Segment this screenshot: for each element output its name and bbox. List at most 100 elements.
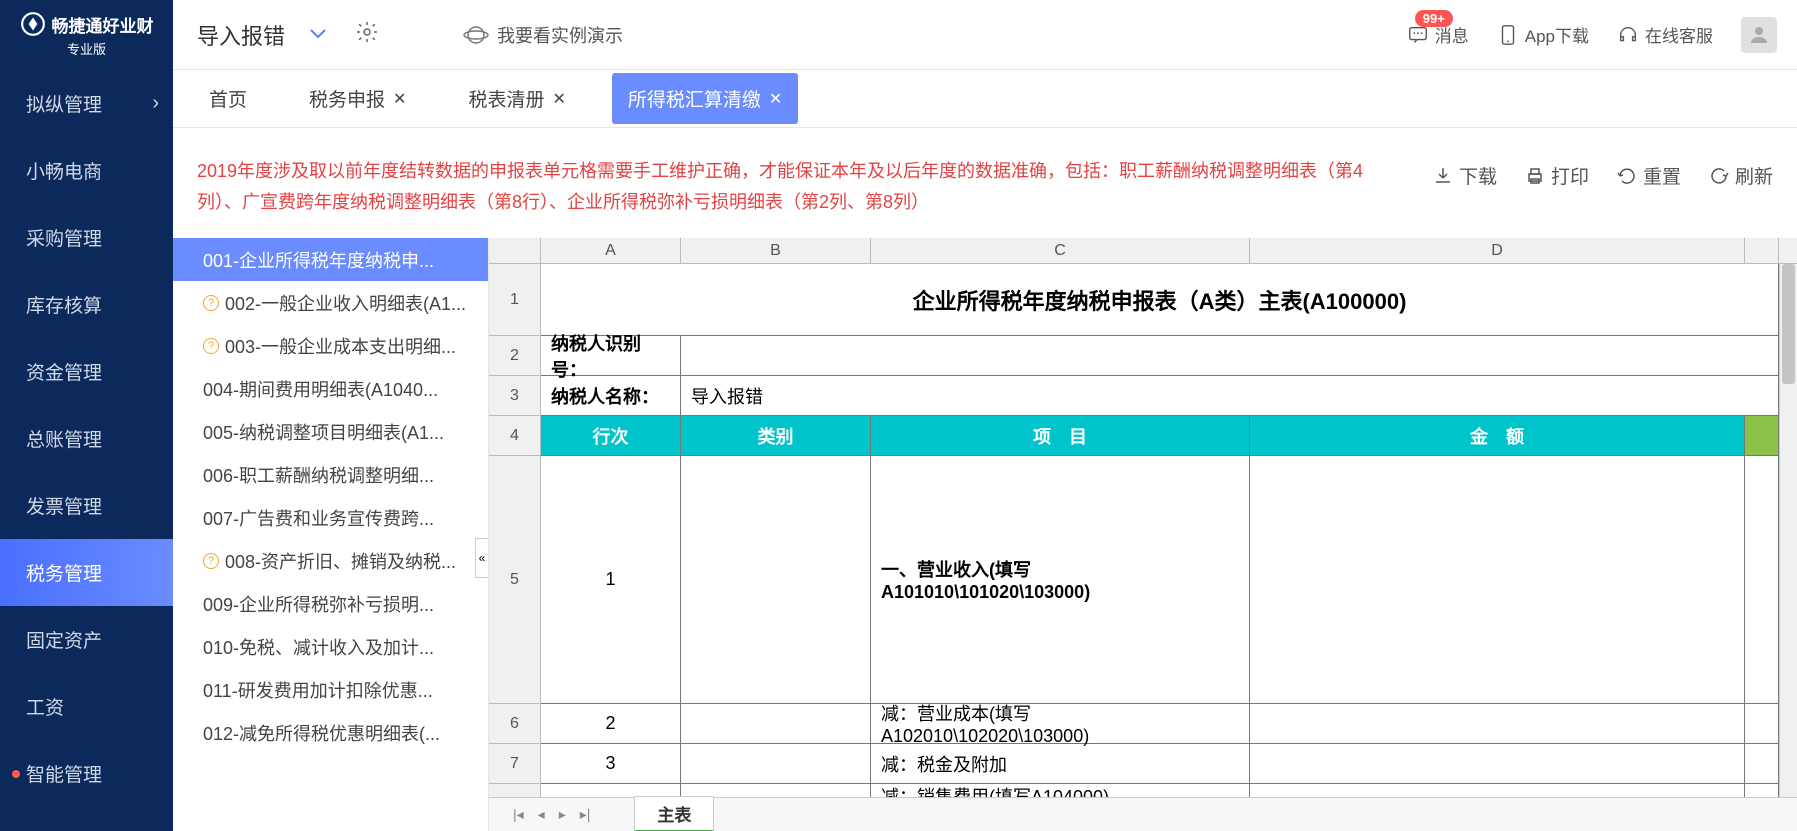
nav-item-10[interactable]: 智能管理 (0, 740, 173, 807)
user-avatar[interactable] (1741, 17, 1777, 53)
sheet-corner[interactable] (489, 238, 541, 263)
cell[interactable] (1250, 456, 1745, 704)
support-button[interactable]: 在线客服 (1617, 22, 1713, 47)
nav-item-3[interactable]: 库存核算 (0, 271, 173, 338)
tab-1[interactable]: 税务申报✕ (293, 73, 422, 124)
col-header-B[interactable]: B (681, 238, 871, 263)
row-header-[interactable] (489, 784, 541, 797)
cell[interactable] (681, 336, 1779, 376)
download-button[interactable]: 下载 (1433, 162, 1497, 189)
cell[interactable]: 减：销售费用(填写A104000) (871, 784, 1250, 797)
col-header-D[interactable]: D (1250, 238, 1745, 263)
nav-next[interactable]: ▸ (555, 806, 570, 823)
vertical-scrollbar[interactable] (1779, 264, 1797, 797)
form-item-4[interactable]: 005-纳税调整项目明细表(A1... (173, 410, 488, 453)
cell[interactable]: 行次 (541, 416, 681, 456)
cell[interactable] (1745, 704, 1779, 744)
row-header-4[interactable]: 4 (489, 416, 541, 456)
nav-item-1[interactable]: 小畅电商 (0, 137, 173, 204)
nav-item-5[interactable]: 总账管理 (0, 405, 173, 472)
nav-item-4[interactable]: 资金管理 (0, 338, 173, 405)
cell[interactable]: 纳税人识别号： (541, 336, 681, 376)
cell[interactable] (1250, 744, 1745, 784)
messages-button[interactable]: 99+ 消息 (1407, 22, 1469, 47)
row-header-3[interactable]: 3 (489, 376, 541, 416)
cell[interactable] (1745, 784, 1779, 797)
cell[interactable] (681, 704, 871, 744)
nav-first[interactable]: |◂ (509, 806, 528, 823)
nav-prev[interactable]: ◂ (534, 806, 549, 823)
form-item-5[interactable]: 006-职工薪酬纳税调整明细... (173, 453, 488, 496)
cell[interactable]: 导入报错 (681, 376, 1779, 416)
cell[interactable]: 减：营业成本(填写A102010\102020\103000) (871, 704, 1250, 744)
print-button[interactable]: 打印 (1525, 162, 1589, 189)
collapse-handle[interactable]: « (475, 538, 489, 578)
brand-edition: 专业版 (67, 39, 106, 58)
form-item-11[interactable]: 012-减免所得税优惠明细表(... (173, 711, 488, 754)
col-header-C[interactable]: C (871, 238, 1250, 263)
reset-button[interactable]: 重置 (1617, 162, 1681, 189)
form-item-10[interactable]: 011-研发费用加计扣除优惠... (173, 668, 488, 711)
form-item-1[interactable]: ?002-一般企业收入明细表(A1... (173, 281, 488, 324)
nav-item-8[interactable]: 固定资产 (0, 606, 173, 673)
cell[interactable]: 企业所得税年度纳税申报表（A类）主表(A100000) (541, 264, 1779, 336)
cell[interactable]: 一、营业收入(填写A101010\101020\103000) (871, 456, 1250, 704)
form-item-6[interactable]: 007-广告费和业务宣传费跨... (173, 496, 488, 539)
demo-link[interactable]: 我要看实例演示 (463, 22, 623, 48)
nav-item-7[interactable]: 税务管理 (0, 539, 173, 606)
cell[interactable]: 纳税人名称： (541, 376, 681, 416)
nav-item-0[interactable]: 拟纵管理 (0, 70, 173, 137)
title-dropdown[interactable] (301, 20, 335, 49)
row-header-6[interactable]: 6 (489, 704, 541, 744)
tab-2[interactable]: 税表清册✕ (452, 73, 581, 124)
cell[interactable] (1250, 704, 1745, 744)
cell[interactable] (681, 456, 871, 704)
cell[interactable]: 1 (541, 456, 681, 704)
tab-0[interactable]: 首页 (193, 73, 263, 124)
cell[interactable] (1745, 744, 1779, 784)
tab-close-3[interactable]: ✕ (769, 89, 782, 109)
headset-icon (1617, 24, 1639, 46)
row-header-5[interactable]: 5 (489, 456, 541, 704)
settings-button[interactable] (351, 16, 383, 53)
warn-icon: ? (203, 338, 219, 354)
cell[interactable] (1250, 784, 1745, 797)
form-item-2[interactable]: ?003-一般企业成本支出明细... (173, 324, 488, 367)
reset-icon (1617, 166, 1637, 186)
row-header-2[interactable]: 2 (489, 336, 541, 376)
tab-3[interactable]: 所得税汇算清缴✕ (612, 73, 798, 124)
app-download-button[interactable]: App下载 (1497, 22, 1589, 47)
tab-close-1[interactable]: ✕ (393, 89, 406, 109)
nav-last[interactable]: ▸| (576, 806, 595, 823)
col-header-A[interactable]: A (541, 238, 681, 263)
cell[interactable]: 减：税金及附加 (871, 744, 1250, 784)
support-label: 在线客服 (1645, 22, 1713, 47)
form-item-9[interactable]: 010-免税、减计收入及加计... (173, 625, 488, 668)
nav-item-11[interactable]: 经营管理 (0, 807, 173, 831)
refresh-button[interactable]: 刷新 (1709, 162, 1773, 189)
cell[interactable]: 类别 (681, 416, 871, 456)
sheet-body[interactable]: 1企业所得税年度纳税申报表（A类）主表(A100000)2纳税人识别号：3纳税人… (489, 264, 1797, 797)
nav-item-2[interactable]: 采购管理 (0, 204, 173, 271)
row-header-1[interactable]: 1 (489, 264, 541, 336)
nav-item-9[interactable]: 工资 (0, 673, 173, 740)
cell[interactable]: 2 (541, 704, 681, 744)
form-item-3[interactable]: 004-期间费用明细表(A1040... (173, 367, 488, 410)
tab-close-2[interactable]: ✕ (552, 89, 565, 109)
cell[interactable] (681, 744, 871, 784)
form-item-0[interactable]: 001-企业所得税年度纳税申... (173, 238, 488, 281)
row-header-7[interactable]: 7 (489, 744, 541, 784)
form-item-7[interactable]: ?008-资产折旧、摊销及纳税... (173, 539, 488, 582)
cell[interactable] (1745, 456, 1779, 704)
cell[interactable]: 金 额 (1250, 416, 1745, 456)
brand-icon (20, 11, 46, 37)
nav-item-6[interactable]: 发票管理 (0, 472, 173, 539)
print-icon (1525, 166, 1545, 186)
page-title: 导入报错 (197, 19, 285, 51)
brand-logo[interactable]: 畅捷通好业财 专业版 (0, 0, 173, 70)
form-item-8[interactable]: 009-企业所得税弥补亏损明... (173, 582, 488, 625)
cell[interactable]: 项 目 (871, 416, 1250, 456)
sheet-tab-main[interactable]: 主表 (634, 796, 714, 831)
cell[interactable]: 3 (541, 744, 681, 784)
cell[interactable] (1745, 416, 1779, 456)
